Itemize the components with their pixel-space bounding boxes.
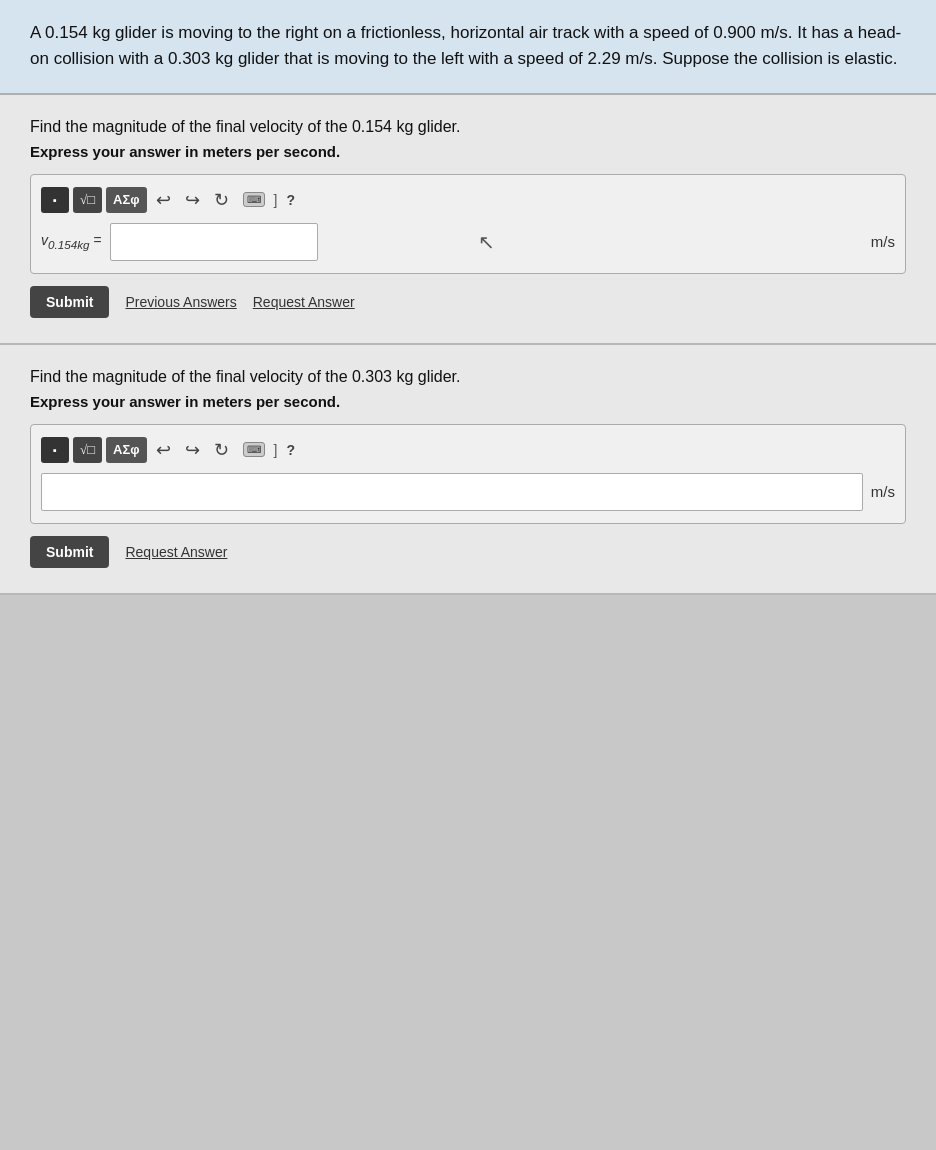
undo-button[interactable]: ↩: [151, 187, 176, 213]
q2-greek-button[interactable]: ΑΣφ: [106, 437, 147, 463]
sqrt-button[interactable]: √□: [73, 187, 102, 213]
q2-refresh-button[interactable]: ↻: [209, 437, 234, 463]
q2-bracket-separator: ]: [274, 442, 278, 458]
q2-redo-button[interactable]: ↪: [180, 437, 205, 463]
question2-subtext: Express your answer in meters per second…: [30, 393, 906, 410]
q2-help-button[interactable]: ?: [281, 440, 300, 460]
refresh-symbol: ↻: [214, 189, 229, 211]
question1-var-label: v0.154kg =: [41, 232, 102, 251]
q2-undo-symbol: ↩: [156, 439, 171, 461]
question1-subtext: Express your answer in meters per second…: [30, 143, 906, 160]
keyboard-button[interactable]: ⌨: [238, 190, 270, 209]
q2-undo-button[interactable]: ↩: [151, 437, 176, 463]
question2-toolbar: ▪ √□ ΑΣφ ↩ ↪ ↻ ⌨: [41, 435, 895, 465]
keyboard-icon: ⌨: [243, 192, 265, 207]
q2-question-symbol: ?: [286, 442, 295, 458]
question2-answer-input[interactable]: [41, 473, 863, 511]
greek-label: ΑΣφ: [113, 192, 140, 207]
sqrt-label: √□: [80, 192, 95, 208]
question2-answer-box: ▪ √□ ΑΣφ ↩ ↪ ↻ ⌨: [30, 424, 906, 524]
question2-text: Find the magnitude of the final velocity…: [30, 365, 906, 389]
question2-input-row: m/s: [41, 473, 895, 511]
page-wrapper: A 0.154 kg glider is moving to the right…: [0, 0, 936, 595]
cursor-arrow: ↖: [478, 230, 495, 254]
q2-keyboard-button[interactable]: ⌨: [238, 440, 270, 459]
question1-input-container: ↖: [110, 223, 863, 261]
question2-actions: Submit Request Answer: [30, 536, 906, 568]
question2-submit-button[interactable]: Submit: [30, 536, 109, 568]
help-button[interactable]: ?: [281, 190, 300, 210]
previous-answers-button[interactable]: Previous Answers: [125, 294, 236, 310]
q2-keyboard-icon: ⌨: [243, 442, 265, 457]
question2-unit: m/s: [871, 483, 895, 500]
question1-submit-button[interactable]: Submit: [30, 286, 109, 318]
question2-section: Find the magnitude of the final velocity…: [0, 345, 936, 595]
question1-unit: m/s: [871, 233, 895, 250]
question1-input-row: v0.154kg = ↖ m/s: [41, 223, 895, 261]
matrix-icon-button[interactable]: ▪: [41, 187, 69, 213]
question1-text: Find the magnitude of the final velocity…: [30, 115, 906, 139]
undo-symbol: ↩: [156, 189, 171, 211]
question1-section: Find the magnitude of the final velocity…: [0, 95, 936, 345]
q2-redo-symbol: ↪: [185, 439, 200, 461]
question1-answer-box: ▪ √□ ΑΣφ ↩ ↪ ↻ ⌨: [30, 174, 906, 274]
q2-greek-label: ΑΣφ: [113, 442, 140, 457]
q2-refresh-symbol: ↻: [214, 439, 229, 461]
refresh-button[interactable]: ↻: [209, 187, 234, 213]
greek-button[interactable]: ΑΣφ: [106, 187, 147, 213]
problem-statement: A 0.154 kg glider is moving to the right…: [0, 0, 936, 95]
q2-request-answer-button[interactable]: Request Answer: [125, 544, 227, 560]
redo-button[interactable]: ↪: [180, 187, 205, 213]
question-symbol: ?: [286, 192, 295, 208]
question1-answer-input[interactable]: [110, 223, 318, 261]
q2-sqrt-label: √□: [80, 442, 95, 458]
request-answer-button[interactable]: Request Answer: [253, 294, 355, 310]
question1-actions: Submit Previous Answers Request Answer: [30, 286, 906, 318]
q2-sqrt-button[interactable]: √□: [73, 437, 102, 463]
bracket-separator: ]: [274, 192, 278, 208]
question1-toolbar: ▪ √□ ΑΣφ ↩ ↪ ↻ ⌨: [41, 185, 895, 215]
redo-symbol: ↪: [185, 189, 200, 211]
q2-matrix-icon-button[interactable]: ▪: [41, 437, 69, 463]
problem-text: A 0.154 kg glider is moving to the right…: [30, 20, 906, 73]
